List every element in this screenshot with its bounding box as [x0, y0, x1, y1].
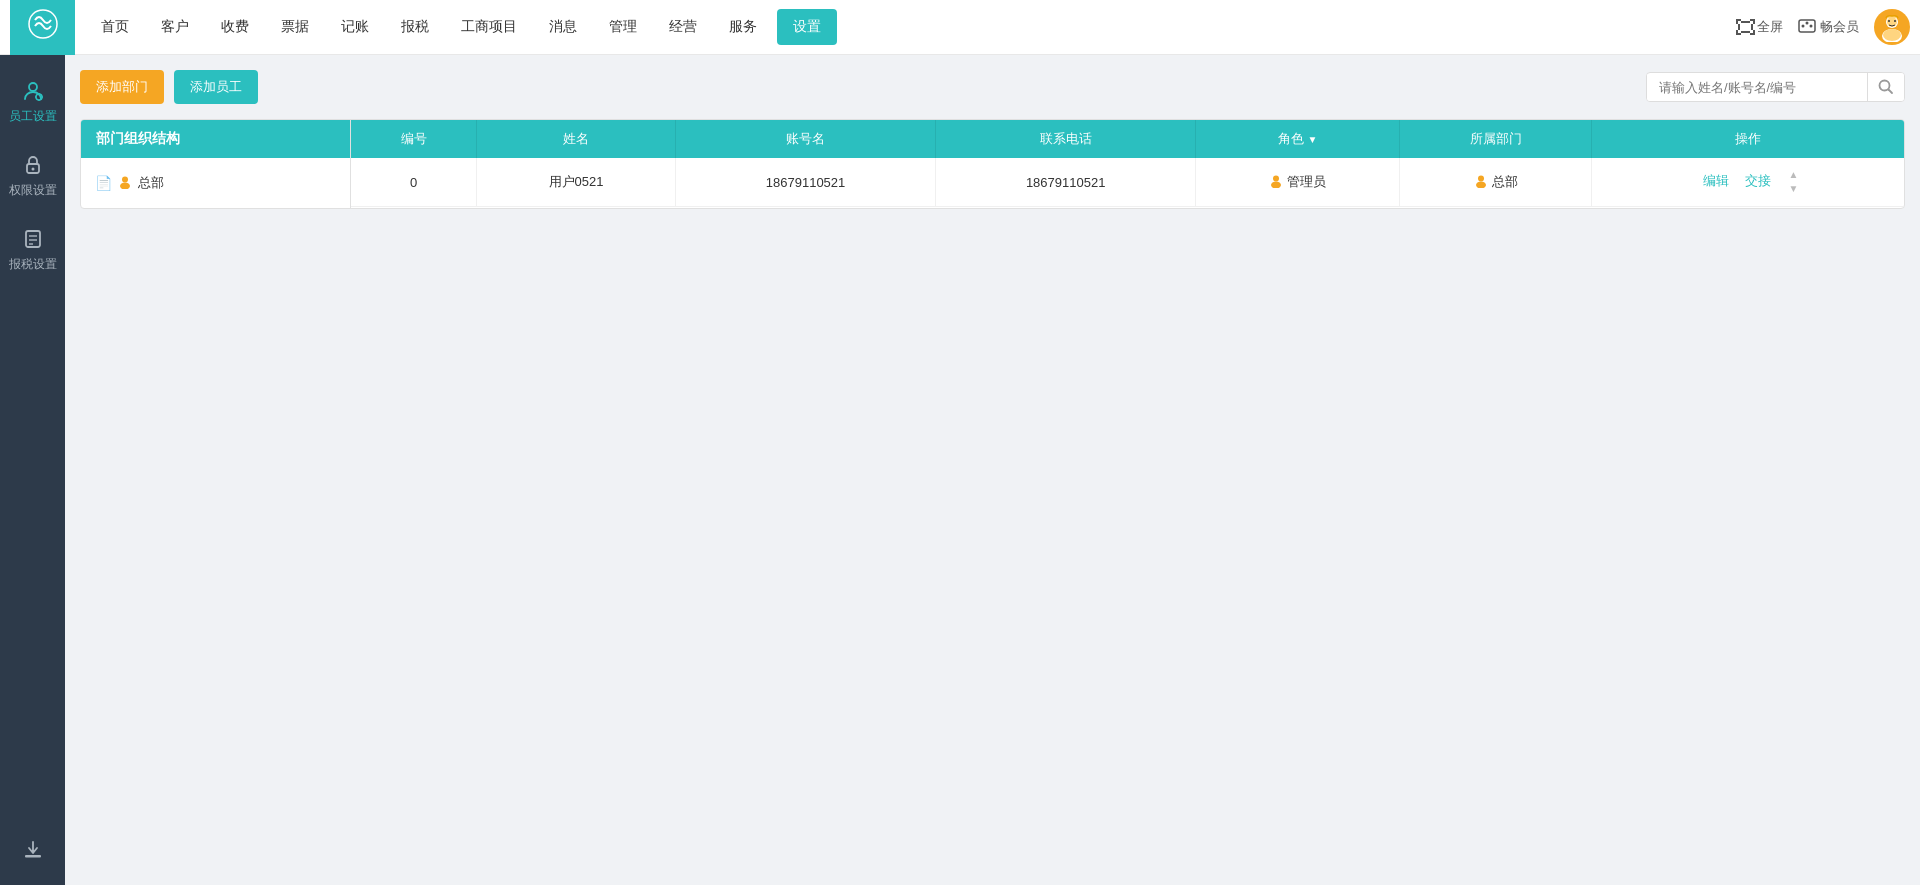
svg-point-7 — [1883, 29, 1901, 41]
sort-icon: ▼ — [1308, 134, 1318, 145]
svg-point-27 — [1273, 175, 1279, 181]
cell-id: 0 — [351, 158, 477, 207]
nav-item-manage[interactable]: 管理 — [593, 0, 653, 55]
add-emp-button[interactable]: 添加员工 — [174, 70, 258, 104]
search-input[interactable] — [1647, 74, 1867, 101]
avatar[interactable] — [1874, 9, 1910, 45]
scroll-arrows: ▲ ▼ — [1789, 168, 1799, 196]
svg-point-1 — [1802, 24, 1805, 27]
svg-point-9 — [1894, 20, 1896, 22]
sidebar-item-permission-label: 权限设置 — [9, 182, 57, 199]
cell-name: 用户0521 — [477, 158, 676, 207]
nav-item-client[interactable]: 客户 — [145, 0, 205, 55]
data-table-wrap: 编号 姓名 账号名 联系电话 角色 ▼ 所属部门 操作 — [351, 120, 1904, 208]
svg-point-10 — [29, 83, 37, 91]
nav-item-settings[interactable]: 设置 — [777, 9, 837, 45]
sidebar-item-tax-settings-label: 报税设置 — [9, 256, 57, 273]
svg-point-3 — [1810, 24, 1813, 27]
table-layout: 部门组织结构 📄 总部 — [80, 119, 1905, 209]
nav-item-fee[interactable]: 收费 — [205, 0, 265, 55]
tree-user-icon — [118, 175, 132, 192]
top-nav: 首页 客户 收费 票据 记账 报税 工商项目 消息 管理 经营 服务 设置 全屏 — [0, 0, 1920, 55]
tree-header: 部门组织结构 — [81, 120, 350, 158]
nav-items: 首页 客户 收费 票据 记账 报税 工商项目 消息 管理 经营 服务 设置 — [85, 0, 1738, 55]
th-role-label: 角色 — [1278, 131, 1304, 146]
toolbar: 添加部门 添加员工 — [80, 70, 1905, 104]
svg-point-2 — [1806, 21, 1809, 24]
table-row: 0 用户0521 18679110521 18679110521 — [351, 158, 1904, 207]
scroll-down-arrow[interactable]: ▼ — [1789, 182, 1799, 196]
svg-point-26 — [120, 182, 130, 189]
edit-button[interactable]: 编辑 — [1697, 172, 1735, 190]
svg-point-8 — [1888, 20, 1890, 22]
role-label: 管理员 — [1287, 173, 1326, 191]
nav-item-operation[interactable]: 经营 — [653, 0, 713, 55]
search-icon — [1878, 79, 1894, 95]
table-header-row: 编号 姓名 账号名 联系电话 角色 ▼ 所属部门 操作 — [351, 120, 1904, 158]
nav-item-home[interactable]: 首页 — [85, 0, 145, 55]
sidebar-item-employee-label: 员工设置 — [9, 108, 57, 125]
tax-settings-icon — [21, 227, 45, 251]
th-dept[interactable]: 所属部门 — [1400, 120, 1592, 158]
th-role[interactable]: 角色 ▼ — [1196, 120, 1400, 158]
tree-item-root[interactable]: 📄 总部 — [91, 168, 340, 198]
sidebar-item-tax-settings[interactable]: 报税设置 — [0, 213, 65, 287]
scroll-up-arrow[interactable]: ▲ — [1789, 168, 1799, 182]
svg-point-28 — [1271, 181, 1281, 188]
person-settings-icon — [21, 79, 45, 103]
sidebar-bottom — [0, 823, 65, 875]
nav-item-business[interactable]: 工商项目 — [445, 0, 533, 55]
vip-icon — [1798, 19, 1816, 36]
fullscreen-label: 全屏 — [1757, 18, 1783, 36]
logo[interactable] — [10, 0, 75, 55]
data-table: 编号 姓名 账号名 联系电话 角色 ▼ 所属部门 操作 — [351, 120, 1904, 207]
nav-item-bill[interactable]: 票据 — [265, 0, 325, 55]
fullscreen-btn[interactable]: 全屏 — [1738, 18, 1783, 36]
svg-point-17 — [31, 168, 34, 171]
th-account[interactable]: 账号名 — [676, 120, 936, 158]
content-area: 添加部门 添加员工 部门组织结构 📄 — [65, 55, 1920, 885]
fullscreen-icon — [1738, 21, 1753, 33]
svg-point-25 — [122, 176, 128, 182]
add-dept-button[interactable]: 添加部门 — [80, 70, 164, 104]
vip-label: 畅会员 — [1820, 18, 1859, 36]
transfer-button[interactable]: 交接 — [1739, 172, 1777, 190]
search-wrap — [1646, 72, 1905, 102]
logo-icon — [25, 6, 61, 48]
cell-actions: 编辑 交接 ▲ ▼ — [1591, 158, 1904, 207]
th-name[interactable]: 姓名 — [477, 120, 676, 158]
th-actions[interactable]: 操作 — [1591, 120, 1904, 158]
dept-label: 总部 — [1492, 173, 1518, 191]
sidebar-item-permission[interactable]: 权限设置 — [0, 139, 65, 213]
lock-icon — [21, 153, 45, 177]
svg-rect-22 — [25, 855, 41, 858]
sidebar-item-download[interactable] — [21, 823, 45, 875]
tree-panel: 部门组织结构 📄 总部 — [81, 120, 351, 208]
svg-point-30 — [1476, 181, 1486, 188]
role-user-icon — [1269, 174, 1283, 191]
cell-account: 18679110521 — [676, 158, 936, 207]
th-id[interactable]: 编号 — [351, 120, 477, 158]
vip-btn[interactable]: 畅会员 — [1798, 18, 1859, 36]
nav-item-message[interactable]: 消息 — [533, 0, 593, 55]
sidebar-item-employee[interactable]: 员工设置 — [0, 65, 65, 139]
sidebar: 员工设置 权限设置 报税设置 — [0, 55, 65, 885]
folder-icon: 📄 — [95, 175, 112, 191]
tree-body: 📄 总部 — [81, 158, 350, 208]
nav-item-tax[interactable]: 报税 — [385, 0, 445, 55]
th-phone[interactable]: 联系电话 — [936, 120, 1196, 158]
cell-dept: 总部 — [1400, 158, 1592, 207]
tree-item-root-label: 总部 — [138, 174, 164, 192]
search-button[interactable] — [1867, 73, 1904, 101]
svg-line-24 — [1889, 90, 1893, 94]
cell-phone: 18679110521 — [936, 158, 1196, 207]
main-layout: 员工设置 权限设置 报税设置 — [0, 55, 1920, 885]
dept-user-icon — [1474, 174, 1488, 191]
nav-right: 全屏 畅会员 — [1738, 9, 1910, 45]
cell-role: 管理员 — [1196, 158, 1400, 207]
download-icon — [21, 837, 45, 861]
svg-point-29 — [1478, 175, 1484, 181]
nav-item-service[interactable]: 服务 — [713, 0, 773, 55]
nav-item-account[interactable]: 记账 — [325, 0, 385, 55]
